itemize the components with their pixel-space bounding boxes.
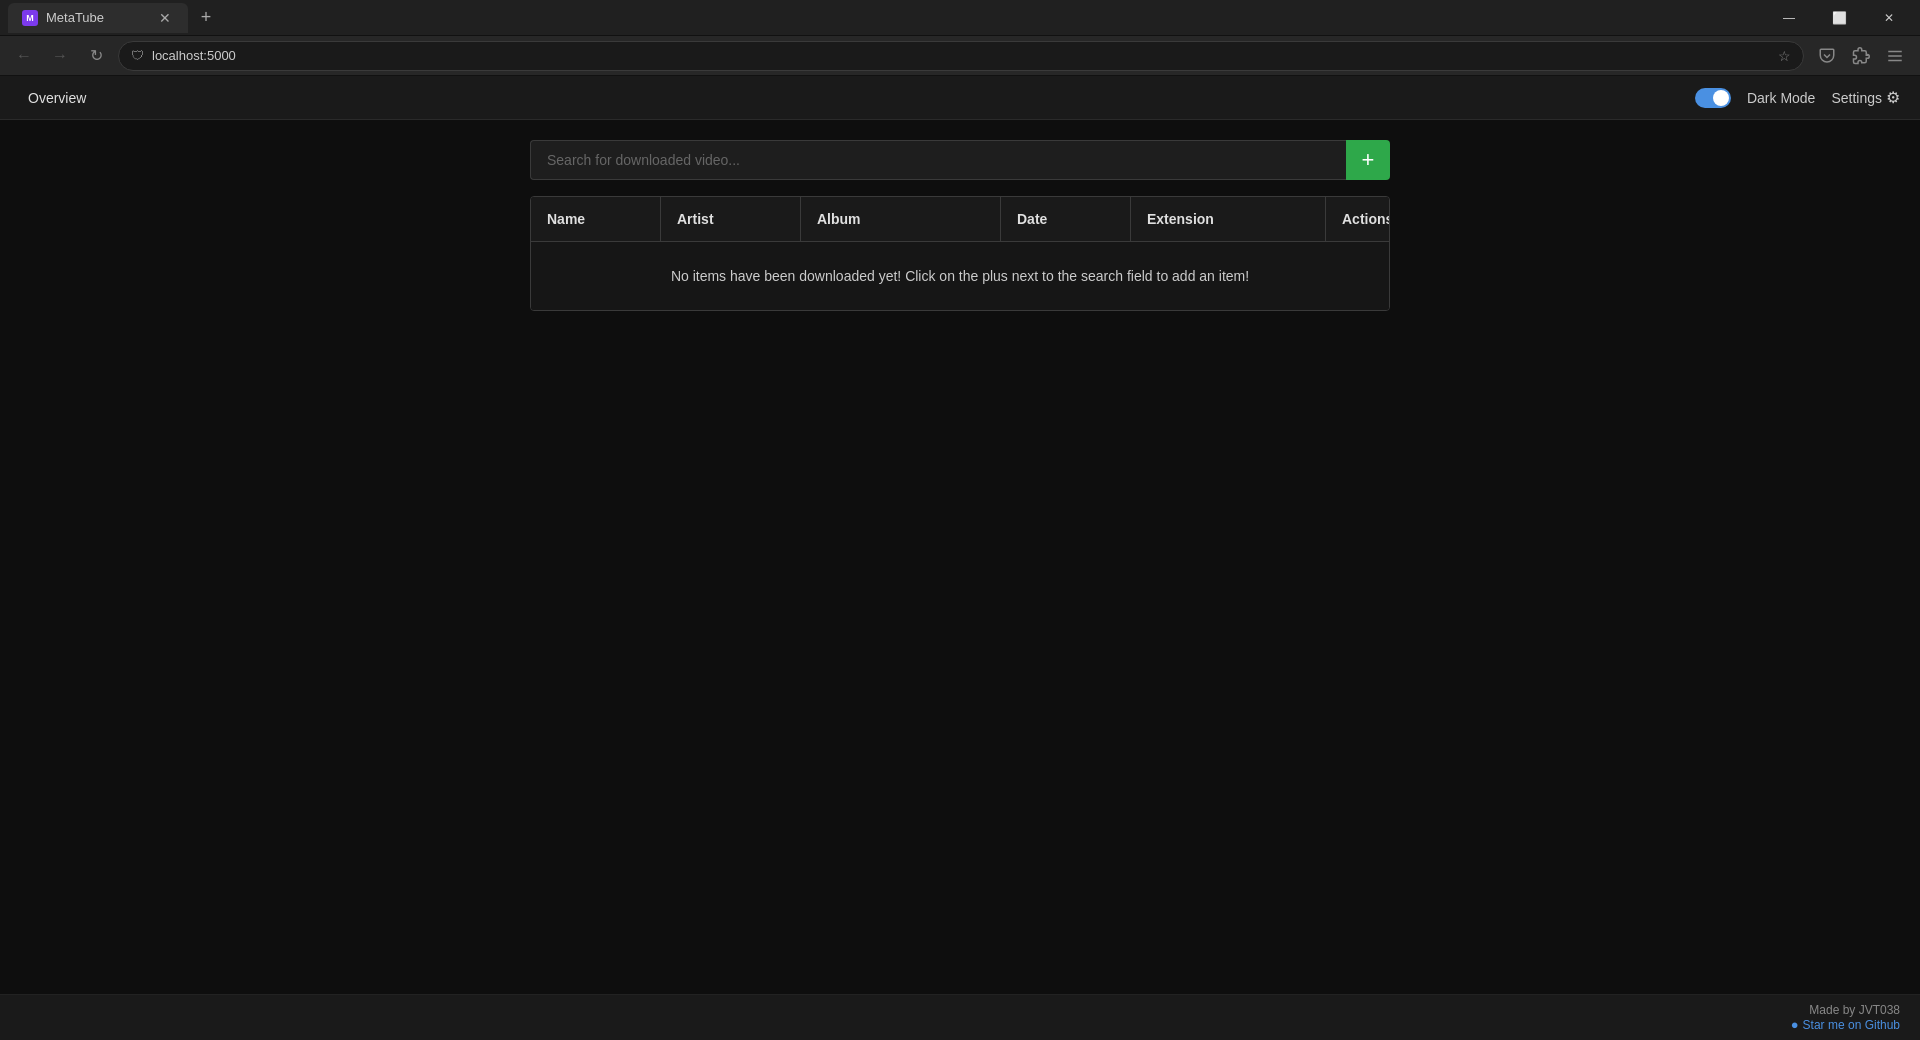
toolbar-icons [1812,41,1910,71]
forward-button[interactable]: → [46,42,74,70]
col-actions: Actions [1326,197,1390,241]
main-content: + Name Artist Album Date Extension Actio… [0,120,1920,331]
browser-titlebar: M MetaTube ✕ + — ⬜ ✕ [0,0,1920,36]
app-navbar: Overview Dark Mode Settings ⚙ [0,76,1920,120]
extensions-icon[interactable] [1846,41,1876,71]
settings-link[interactable]: Settings ⚙ [1831,88,1900,107]
col-album: Album [801,197,1001,241]
dark-mode-label: Dark Mode [1747,90,1815,106]
search-area: + [530,140,1390,180]
made-by-text: Made by JVT038 [1809,1003,1900,1017]
github-label: Star me on Github [1803,1018,1900,1032]
table-container: Name Artist Album Date Extension Actions… [530,196,1390,311]
new-tab-button[interactable]: + [192,4,220,32]
table-header: Name Artist Album Date Extension Actions [531,197,1389,242]
address-bar[interactable]: 🛡 localhost:5000 ☆ [118,41,1804,71]
github-icon: ● [1791,1017,1799,1032]
col-artist: Artist [661,197,801,241]
menu-icon[interactable] [1880,41,1910,71]
tab-close-button[interactable]: ✕ [156,9,174,27]
back-button[interactable]: ← [10,42,38,70]
add-button[interactable]: + [1346,140,1390,180]
refresh-button[interactable]: ↻ [82,42,110,70]
nav-overview-link[interactable]: Overview [20,86,94,110]
page-footer: Made by JVT038 ● Star me on Github [0,994,1920,1040]
tab-title: MetaTube [46,10,104,25]
settings-text: Settings [1831,90,1882,106]
search-input[interactable] [530,140,1346,180]
table-empty-message: No items have been downloaded yet! Click… [531,242,1389,310]
window-controls: — ⬜ ✕ [1766,3,1912,33]
col-extension: Extension [1131,197,1326,241]
tab-favicon: M [22,10,38,26]
browser-tab[interactable]: M MetaTube ✕ [8,3,188,33]
toggle-knob [1713,90,1729,106]
security-shield-icon: 🛡 [131,48,144,63]
dark-mode-area: Dark Mode Settings ⚙ [1695,88,1900,108]
bookmark-star-icon[interactable]: ☆ [1778,48,1791,64]
url-text: localhost:5000 [152,48,1770,63]
dark-mode-toggle[interactable] [1695,88,1731,108]
pocket-icon[interactable] [1812,41,1842,71]
browser-addressbar: ← → ↻ 🛡 localhost:5000 ☆ [0,36,1920,76]
col-name: Name [531,197,661,241]
maximize-button[interactable]: ⬜ [1816,3,1862,33]
col-date: Date [1001,197,1131,241]
github-link[interactable]: ● Star me on Github [1791,1017,1900,1032]
settings-gear-icon: ⚙ [1886,88,1900,107]
close-button[interactable]: ✕ [1866,3,1912,33]
minimize-button[interactable]: — [1766,3,1812,33]
